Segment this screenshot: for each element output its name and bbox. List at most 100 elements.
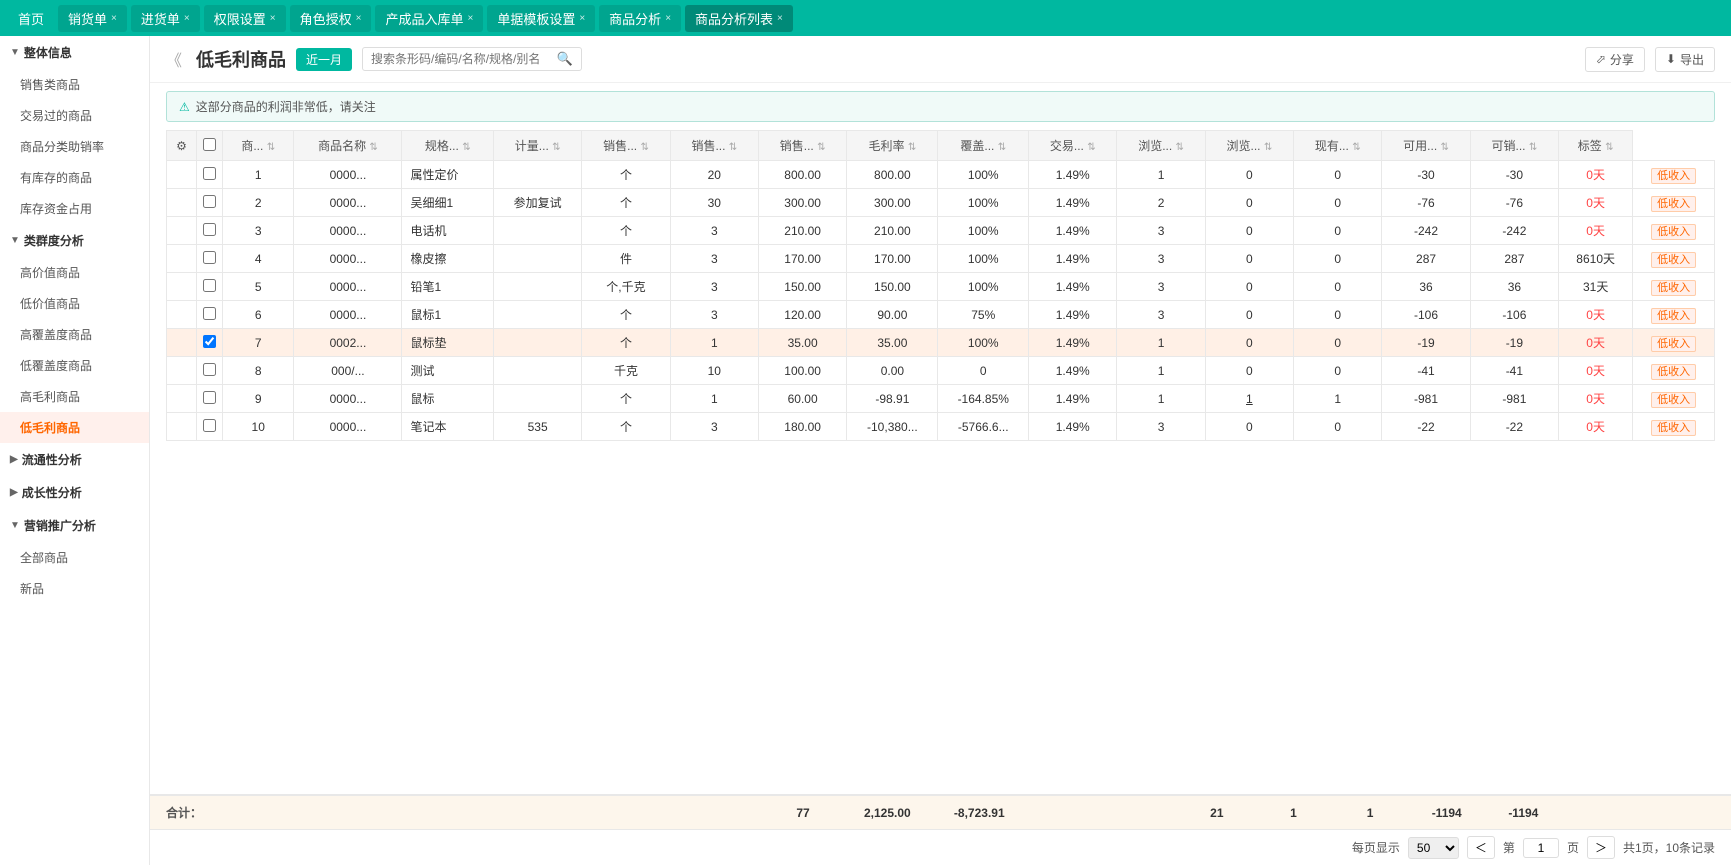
cell-checkbox[interactable] (197, 189, 223, 217)
sidebar-group-header-marketing[interactable]: ▼ 营销推广分析 (0, 509, 149, 542)
close-icon[interactable]: × (184, 13, 190, 24)
sidebar-item-low-margin[interactable]: 低毛利商品 (0, 412, 149, 443)
cell-name[interactable]: 鼠标垫 (402, 329, 494, 357)
next-page-btn[interactable]: ＞ (1587, 836, 1615, 859)
select-all-checkbox[interactable] (203, 138, 216, 151)
cell-browse1[interactable]: 1 (1205, 385, 1293, 413)
nav-item-permissions[interactable]: 权限设置 × (204, 5, 286, 32)
col-available[interactable]: 可用... ⇅ (1382, 131, 1470, 161)
row-checkbox[interactable] (203, 335, 216, 348)
col-coverage[interactable]: 覆盖... ⇅ (938, 131, 1029, 161)
per-page-select[interactable]: 50 20 100 (1408, 837, 1459, 859)
cell-checkbox[interactable] (197, 217, 223, 245)
page-input[interactable] (1523, 838, 1559, 858)
row-checkbox[interactable] (203, 167, 216, 180)
close-icon[interactable]: × (665, 13, 671, 24)
period-button[interactable]: 近一月 (296, 48, 352, 71)
close-icon[interactable]: × (777, 13, 783, 24)
nav-item-analysis-list[interactable]: 商品分析列表 × (685, 5, 793, 32)
col-unit[interactable]: 计量... ⇅ (493, 131, 581, 161)
cell-name[interactable]: 铅笔1 (402, 273, 494, 301)
sidebar-item-all-goods[interactable]: 全部商品 (0, 542, 149, 573)
row-checkbox[interactable] (203, 251, 216, 264)
col-sellable[interactable]: 可销... ⇅ (1470, 131, 1558, 161)
col-sales-qty[interactable]: 销售... ⇅ (582, 131, 670, 161)
sidebar-group-header-circulation[interactable]: ▶ 流通性分析 (0, 443, 149, 476)
close-icon[interactable]: × (270, 13, 276, 24)
nav-item-home[interactable]: 首页 (8, 5, 54, 32)
top-nav: 首页 销货单 × 进货单 × 权限设置 × 角色授权 × 产成品入库单 × 单据… (0, 0, 1731, 36)
cell-name[interactable]: 电话机 (402, 217, 494, 245)
cell-checkbox[interactable] (197, 301, 223, 329)
col-name[interactable]: 商品名称 ⇅ (294, 131, 402, 161)
cell-checkbox[interactable] (197, 273, 223, 301)
cell-checkbox[interactable] (197, 413, 223, 441)
collapse-sidebar-btn[interactable]: 《 (166, 47, 182, 71)
row-checkbox[interactable] (203, 307, 216, 320)
col-browse1[interactable]: 浏览... ⇅ (1117, 131, 1205, 161)
nav-item-sales[interactable]: 销货单 × (58, 5, 127, 32)
nav-item-analysis[interactable]: 商品分析 × (599, 5, 681, 32)
col-tag[interactable]: 标签 ⇅ (1559, 131, 1633, 161)
col-code[interactable]: 商... ⇅ (223, 131, 294, 161)
row-checkbox[interactable] (203, 419, 216, 432)
search-icon[interactable]: 🔍 (557, 51, 573, 67)
sidebar-item-high-coverage[interactable]: 高覆盖度商品 (0, 319, 149, 350)
search-input[interactable] (371, 52, 553, 66)
cell-checkbox[interactable] (197, 329, 223, 357)
col-sales-amount[interactable]: 销售... ⇅ (670, 131, 758, 161)
cell-name[interactable]: 吴细细1 (402, 189, 494, 217)
row-checkbox[interactable] (203, 363, 216, 376)
cell-name[interactable]: 鼠标 (402, 385, 494, 413)
row-checkbox[interactable] (203, 223, 216, 236)
cell-settings (167, 245, 197, 273)
row-checkbox[interactable] (203, 195, 216, 208)
sidebar-item-high-margin[interactable]: 高毛利商品 (0, 381, 149, 412)
col-gross-margin[interactable]: 毛利率 ⇅ (847, 131, 938, 161)
col-checkbox[interactable] (197, 131, 223, 161)
row-checkbox[interactable] (203, 279, 216, 292)
sidebar-item-new-goods[interactable]: 新品 (0, 573, 149, 604)
prev-page-btn[interactable]: ＜ (1467, 836, 1495, 859)
sidebar-item-sales-goods[interactable]: 销售类商品 (0, 69, 149, 100)
cell-name[interactable]: 鼠标1 (402, 301, 494, 329)
nav-item-roles[interactable]: 角色授权 × (290, 5, 372, 32)
sidebar-item-high-value[interactable]: 高价值商品 (0, 257, 149, 288)
nav-item-templates[interactable]: 单据模板设置 × (487, 5, 595, 32)
col-sales-profit[interactable]: 销售... ⇅ (758, 131, 846, 161)
cell-checkbox[interactable] (197, 385, 223, 413)
close-icon[interactable]: × (356, 13, 362, 24)
cell-name[interactable]: 属性定价 (402, 161, 494, 189)
cell-checkbox[interactable] (197, 245, 223, 273)
sidebar-item-traded-goods[interactable]: 交易过的商品 (0, 100, 149, 131)
footer-sales-qty: 77 (765, 806, 842, 820)
row-checkbox[interactable] (203, 391, 216, 404)
sidebar-item-inventory-capital[interactable]: 库存资金占用 (0, 193, 149, 224)
sidebar-item-in-stock[interactable]: 有库存的商品 (0, 162, 149, 193)
close-icon[interactable]: × (579, 13, 585, 24)
close-icon[interactable]: × (111, 13, 117, 24)
cell-name[interactable]: 测试 (402, 357, 494, 385)
sidebar-group-header-growth[interactable]: ▶ 成长性分析 (0, 476, 149, 509)
sidebar-item-low-coverage[interactable]: 低覆盖度商品 (0, 350, 149, 381)
cell-checkbox[interactable] (197, 161, 223, 189)
cell-name[interactable]: 橡皮擦 (402, 245, 494, 273)
col-spec[interactable]: 规格... ⇅ (402, 131, 494, 161)
nav-item-purchase[interactable]: 进货单 × (131, 5, 200, 32)
close-icon[interactable]: × (467, 13, 473, 24)
col-transaction[interactable]: 交易... ⇅ (1029, 131, 1117, 161)
nav-item-products[interactable]: 产成品入库单 × (375, 5, 483, 32)
cell-name[interactable]: 笔记本 (402, 413, 494, 441)
sidebar-item-category-rate[interactable]: 商品分类助销率 (0, 131, 149, 162)
cell-checkbox[interactable] (197, 357, 223, 385)
sidebar-item-low-value[interactable]: 低价值商品 (0, 288, 149, 319)
col-current[interactable]: 现有... ⇅ (1294, 131, 1382, 161)
col-browse2[interactable]: 浏览... ⇅ (1205, 131, 1293, 161)
sidebar-group-header-cluster[interactable]: ▼ 类群度分析 (0, 224, 149, 257)
sidebar-group-header-overall[interactable]: ▼ 整体信息 (0, 36, 149, 69)
table-row: 3 0000... 电话机 个 3 210.00 210.00 100% 1.4… (167, 217, 1715, 245)
cell-sales-amount: 150.00 (758, 273, 846, 301)
share-button[interactable]: ⬀ 分享 (1585, 47, 1645, 72)
export-button[interactable]: ⬇ 导出 (1655, 47, 1715, 72)
col-settings[interactable]: ⚙ (167, 131, 197, 161)
